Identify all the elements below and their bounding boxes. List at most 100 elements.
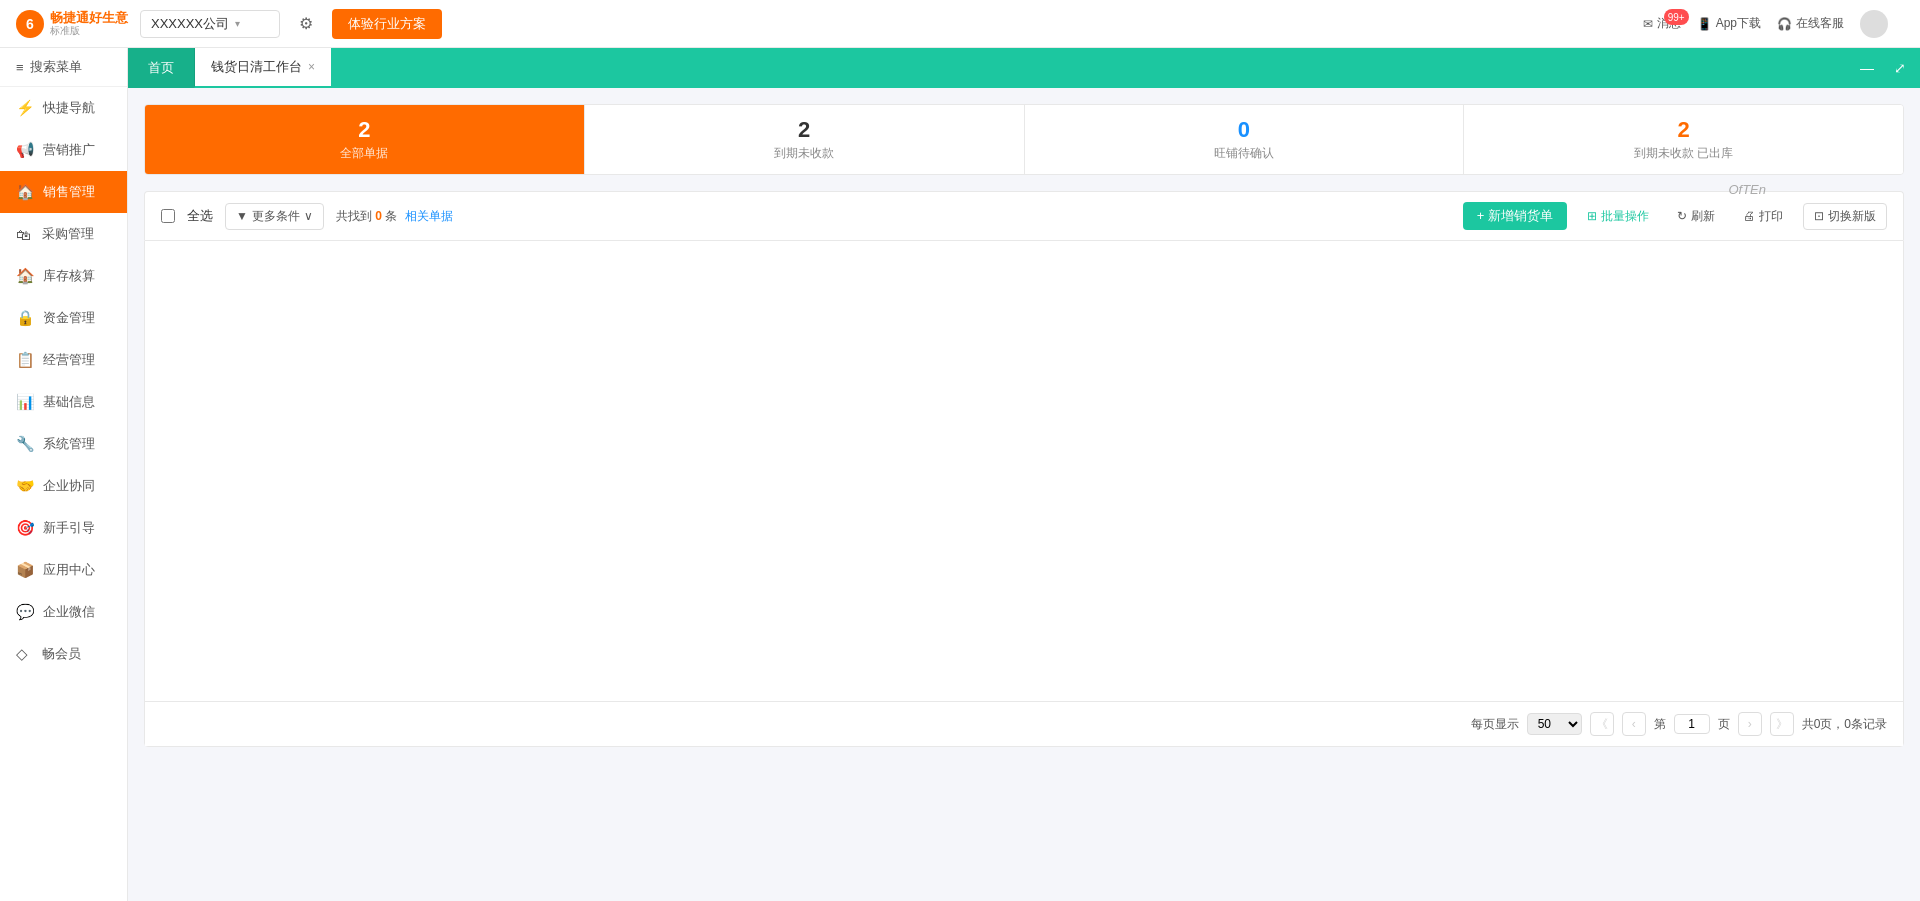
tab-minimize-button[interactable]: —	[1854, 58, 1880, 78]
sidebar-item-basic-info[interactable]: 📊 基础信息	[0, 381, 127, 423]
stat-tab-overdue-unpaid[interactable]: 2 到期未收款	[585, 105, 1025, 174]
phone-icon: 📱	[1697, 17, 1712, 31]
search-menu-item[interactable]: ≡ 搜索菜单	[0, 48, 127, 87]
toolbar: 全选 ▼ 更多条件 ∨ 共找到 0 条 相关单据 + 新增销货单 ⊞ 批量操作 …	[144, 191, 1904, 240]
stat-tab-pending-confirm[interactable]: 0 旺铺待确认	[1025, 105, 1465, 174]
sidebar-item-quick-nav[interactable]: ⚡ 快捷导航	[0, 87, 127, 129]
toolbar-right: + 新增销货单 ⊞ 批量操作 ↻ 刷新 🖨 打印 ⊡ 切换新版	[1463, 202, 1887, 230]
tab-close-icon[interactable]: ×	[308, 60, 315, 74]
logo-area: 6 畅捷通好生意 标准版	[16, 10, 128, 38]
sidebar-item-sales[interactable]: 🏠 销售管理	[0, 171, 127, 213]
sidebar-item-member[interactable]: ◇ 畅会员	[0, 633, 127, 675]
sidebar-item-guide[interactable]: 🎯 新手引导	[0, 507, 127, 549]
message-badge: 99+	[1664, 9, 1689, 25]
header-right: ✉ 消息 99+ 📱 App下载 🎧 在线客服	[1643, 10, 1904, 38]
stat-count-all: 2	[161, 117, 568, 143]
company-selector[interactable]: XXXXXX公司 ▾	[140, 10, 280, 38]
sidebar-item-inventory[interactable]: 🏠 库存核算	[0, 255, 127, 297]
sidebar-item-label: 畅会员	[42, 645, 81, 663]
sidebar-item-label: 快捷导航	[43, 99, 95, 117]
stat-tab-overdue-unshipped[interactable]: 2 到期未收款 已出库	[1464, 105, 1903, 174]
tab-bar: 首页 钱货日清工作台 × — ⤢	[128, 48, 1920, 88]
sidebar-item-label: 销售管理	[43, 183, 95, 201]
sidebar-item-label: 库存核算	[43, 267, 95, 285]
experience-button[interactable]: 体验行业方案	[332, 9, 442, 39]
quick-nav-icon: ⚡	[16, 99, 35, 117]
page-suffix: 页	[1718, 716, 1730, 733]
filter-label: 更多条件	[252, 208, 300, 225]
page-input[interactable]	[1674, 714, 1710, 734]
sidebar-item-operation[interactable]: 📋 经营管理	[0, 339, 127, 381]
per-page-select[interactable]: 50 100 200	[1527, 713, 1582, 735]
filter-button[interactable]: ▼ 更多条件 ∨	[225, 203, 324, 230]
avatar[interactable]	[1860, 10, 1888, 38]
sidebar-item-label: 新手引导	[43, 519, 95, 537]
stat-label-all: 全部单据	[161, 145, 568, 162]
first-page-button[interactable]: 《	[1590, 712, 1614, 736]
stat-count-overdue-unshipped: 2	[1480, 117, 1887, 143]
sidebar-item-purchase[interactable]: 🛍 采购管理	[0, 213, 127, 255]
sidebar-item-marketing[interactable]: 📢 营销推广	[0, 129, 127, 171]
found-link[interactable]: 相关单据	[405, 209, 453, 223]
operation-icon: 📋	[16, 351, 35, 369]
sidebar-item-system[interactable]: 🔧 系统管理	[0, 423, 127, 465]
table-empty	[145, 241, 1903, 701]
prev-page-button[interactable]: ‹	[1622, 712, 1646, 736]
dropdown-arrow-icon: ▾	[235, 18, 240, 29]
stat-label-pending-confirm: 旺铺待确认	[1041, 145, 1448, 162]
search-menu-label: 搜索菜单	[30, 58, 82, 76]
refresh-label: 刷新	[1691, 208, 1715, 225]
app-download-button[interactable]: 📱 App下载	[1697, 15, 1761, 32]
search-icon: ≡	[16, 60, 24, 75]
batch-op-button[interactable]: ⊞ 批量操作	[1579, 204, 1657, 229]
pagination-bar: 每页显示 50 100 200 《 ‹ 第 页 › 》 共0页，0条记录	[145, 701, 1903, 746]
sidebar-item-finance[interactable]: 🔒 资金管理	[0, 297, 127, 339]
sidebar-item-app-center[interactable]: 📦 应用中心	[0, 549, 127, 591]
table-container: 每页显示 50 100 200 《 ‹ 第 页 › 》 共0页，0条记录	[144, 240, 1904, 747]
settings-button[interactable]: ⚙	[292, 10, 320, 38]
message-button[interactable]: ✉ 消息 99+	[1643, 15, 1681, 32]
sidebar-item-wechat[interactable]: 💬 企业微信	[0, 591, 127, 633]
finance-icon: 🔒	[16, 309, 35, 327]
basic-info-icon: 📊	[16, 393, 35, 411]
found-unit: 条	[385, 209, 397, 223]
marketing-icon: 📢	[16, 141, 35, 159]
tab-home-label: 首页	[148, 59, 174, 77]
sales-icon: 🏠	[16, 183, 35, 201]
main-content: 2 全部单据 2 到期未收款 0 旺铺待确认 2 到期未收款 已出库 全选 ▼ …	[128, 88, 1920, 901]
tab-workbench[interactable]: 钱货日清工作台 ×	[194, 48, 331, 88]
sidebar: ≡ 搜索菜单 ⚡ 快捷导航 📢 营销推广 🏠 销售管理 🛍 采购管理 🏠 库存核…	[0, 48, 128, 901]
found-prefix: 共找到	[336, 209, 372, 223]
tab-home[interactable]: 首页	[128, 48, 194, 88]
tab-maximize-button[interactable]: ⤢	[1888, 58, 1912, 78]
stat-label-overdue-unshipped: 到期未收款 已出库	[1480, 145, 1887, 162]
print-button[interactable]: 🖨 打印	[1735, 204, 1791, 229]
print-icon: 🖨	[1743, 209, 1755, 223]
refresh-button[interactable]: ↻ 刷新	[1669, 204, 1723, 229]
batch-op-label: 批量操作	[1601, 208, 1649, 225]
new-sale-button[interactable]: + 新增销货单	[1463, 202, 1567, 230]
sidebar-item-label: 经营管理	[43, 351, 95, 369]
system-icon: 🔧	[16, 435, 35, 453]
last-page-button[interactable]: 》	[1770, 712, 1794, 736]
per-page-label: 每页显示	[1471, 716, 1519, 733]
switch-icon: ⊡	[1814, 209, 1824, 223]
purchase-icon: 🛍	[16, 226, 34, 243]
inventory-icon: 🏠	[16, 267, 35, 285]
service-icon: 🎧	[1777, 17, 1792, 31]
batch-icon: ⊞	[1587, 209, 1597, 223]
stat-tab-all[interactable]: 2 全部单据	[145, 105, 585, 174]
filter-chevron-icon: ∨	[304, 209, 313, 223]
sidebar-item-label: 营销推广	[43, 141, 95, 159]
stat-count-overdue-unpaid: 2	[601, 117, 1008, 143]
page-prefix: 第	[1654, 716, 1666, 733]
select-all-checkbox[interactable]	[161, 209, 175, 223]
switch-version-button[interactable]: ⊡ 切换新版	[1803, 203, 1887, 230]
sidebar-item-enterprise[interactable]: 🤝 企业协同	[0, 465, 127, 507]
print-label: 打印	[1759, 208, 1783, 225]
next-page-button[interactable]: ›	[1738, 712, 1762, 736]
app-download-label: App下载	[1716, 15, 1761, 32]
online-service-button[interactable]: 🎧 在线客服	[1777, 15, 1844, 32]
guide-icon: 🎯	[16, 519, 35, 537]
sidebar-item-label: 资金管理	[43, 309, 95, 327]
